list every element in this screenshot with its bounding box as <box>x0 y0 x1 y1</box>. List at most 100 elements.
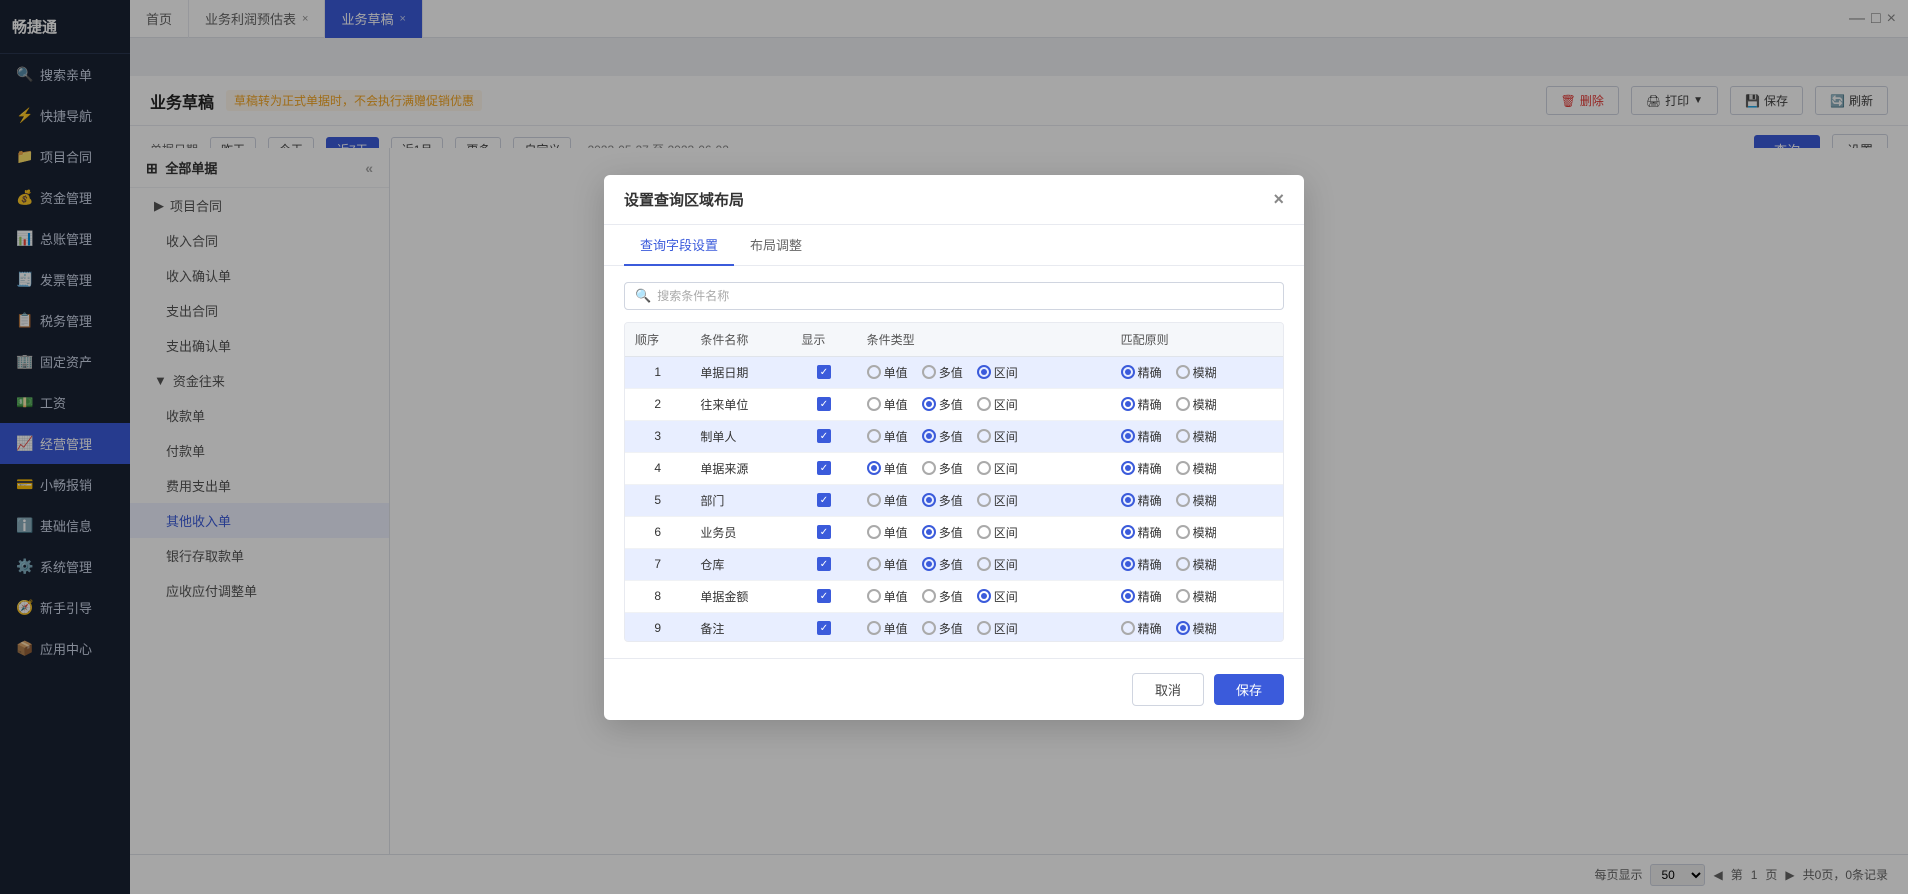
modal-search-input[interactable] <box>657 289 1273 303</box>
radio-type-多值[interactable]: 多值 <box>922 396 963 413</box>
radio-circle <box>1121 429 1135 443</box>
radio-type-多值[interactable]: 多值 <box>922 364 963 381</box>
save-modal-button[interactable]: 保存 <box>1214 674 1284 705</box>
radio-circle <box>977 525 991 539</box>
radio-match-精确[interactable]: 精确 <box>1121 460 1162 477</box>
radio-label: 区间 <box>994 364 1018 381</box>
radio-label: 精确 <box>1138 492 1162 509</box>
radio-type-单值[interactable]: 单值 <box>867 396 908 413</box>
radio-match-精确[interactable]: 精确 <box>1121 620 1162 637</box>
settings-table-container[interactable]: 顺序 条件名称 显示 条件类型 匹配原则 1单据日期✓单值多值区间精确模糊2往来… <box>624 322 1284 642</box>
radio-match-精确[interactable]: 精确 <box>1121 492 1162 509</box>
radio-match-精确[interactable]: 精确 <box>1121 524 1162 541</box>
radio-type-单值[interactable]: 单值 <box>867 588 908 605</box>
radio-label: 区间 <box>994 556 1018 573</box>
radio-match-模糊[interactable]: 模糊 <box>1176 460 1217 477</box>
radio-type-单值[interactable]: 单值 <box>867 428 908 445</box>
radio-type-区间[interactable]: 区间 <box>977 428 1018 445</box>
radio-type-区间[interactable]: 区间 <box>977 588 1018 605</box>
radio-type-单值[interactable]: 单值 <box>867 620 908 637</box>
radio-type-单值[interactable]: 单值 <box>867 364 908 381</box>
radio-circle <box>977 621 991 635</box>
radio-circle <box>977 365 991 379</box>
cell-show[interactable]: ✓ <box>791 612 856 642</box>
cell-show[interactable]: ✓ <box>791 548 856 580</box>
radio-type-区间[interactable]: 区间 <box>977 556 1018 573</box>
radio-type-区间[interactable]: 区间 <box>977 620 1018 637</box>
show-checkbox[interactable]: ✓ <box>817 429 831 443</box>
radio-label: 区间 <box>994 620 1018 637</box>
cell-order: 8 <box>625 580 690 612</box>
show-checkbox[interactable]: ✓ <box>817 365 831 379</box>
radio-match-模糊[interactable]: 模糊 <box>1176 396 1217 413</box>
cell-show[interactable]: ✓ <box>791 388 856 420</box>
radio-match-模糊[interactable]: 模糊 <box>1176 556 1217 573</box>
modal-close-button[interactable]: × <box>1273 189 1284 210</box>
radio-circle <box>1176 589 1190 603</box>
cell-name: 单据金额 <box>690 580 791 612</box>
radio-match-模糊[interactable]: 模糊 <box>1176 620 1217 637</box>
radio-label: 单值 <box>884 492 908 509</box>
radio-circle <box>977 429 991 443</box>
radio-match-精确[interactable]: 精确 <box>1121 428 1162 445</box>
radio-type-多值[interactable]: 多值 <box>922 556 963 573</box>
radio-type-区间[interactable]: 区间 <box>977 492 1018 509</box>
radio-label: 单值 <box>884 524 908 541</box>
radio-match-精确[interactable]: 精确 <box>1121 556 1162 573</box>
cell-match: 精确模糊 <box>1111 548 1283 580</box>
cell-show[interactable]: ✓ <box>791 452 856 484</box>
show-checkbox[interactable]: ✓ <box>817 589 831 603</box>
radio-match-精确[interactable]: 精确 <box>1121 364 1162 381</box>
show-checkbox[interactable]: ✓ <box>817 525 831 539</box>
show-checkbox[interactable]: ✓ <box>817 493 831 507</box>
cell-match: 精确模糊 <box>1111 484 1283 516</box>
radio-type-多值[interactable]: 多值 <box>922 524 963 541</box>
radio-label: 多值 <box>939 524 963 541</box>
radio-type-区间[interactable]: 区间 <box>977 524 1018 541</box>
cancel-button[interactable]: 取消 <box>1132 673 1204 706</box>
show-checkbox[interactable]: ✓ <box>817 557 831 571</box>
modal-overlay[interactable]: 设置查询区域布局 × 查询字段设置 布局调整 🔍 顺序 条件 <box>0 0 1908 894</box>
radio-label: 单值 <box>884 588 908 605</box>
radio-type-多值[interactable]: 多值 <box>922 588 963 605</box>
radio-circle <box>1121 525 1135 539</box>
show-checkbox[interactable]: ✓ <box>817 397 831 411</box>
radio-match-模糊[interactable]: 模糊 <box>1176 364 1217 381</box>
radio-type-多值[interactable]: 多值 <box>922 428 963 445</box>
radio-match-模糊[interactable]: 模糊 <box>1176 428 1217 445</box>
radio-label: 多值 <box>939 364 963 381</box>
radio-type-多值[interactable]: 多值 <box>922 460 963 477</box>
radio-type-单值[interactable]: 单值 <box>867 492 908 509</box>
radio-type-多值[interactable]: 多值 <box>922 620 963 637</box>
radio-type-区间[interactable]: 区间 <box>977 460 1018 477</box>
radio-type-单值[interactable]: 单值 <box>867 460 908 477</box>
radio-match-模糊[interactable]: 模糊 <box>1176 524 1217 541</box>
radio-type-区间[interactable]: 区间 <box>977 396 1018 413</box>
cell-show[interactable]: ✓ <box>791 516 856 548</box>
radio-match-模糊[interactable]: 模糊 <box>1176 492 1217 509</box>
radio-type-单值[interactable]: 单值 <box>867 524 908 541</box>
radio-type-区间[interactable]: 区间 <box>977 364 1018 381</box>
cell-show[interactable]: ✓ <box>791 484 856 516</box>
radio-type-单值[interactable]: 单值 <box>867 556 908 573</box>
radio-label: 精确 <box>1138 620 1162 637</box>
cell-order: 4 <box>625 452 690 484</box>
radio-match-模糊[interactable]: 模糊 <box>1176 588 1217 605</box>
radio-label: 模糊 <box>1193 364 1217 381</box>
radio-type-多值[interactable]: 多值 <box>922 492 963 509</box>
cell-show[interactable]: ✓ <box>791 420 856 452</box>
radio-match-精确[interactable]: 精确 <box>1121 588 1162 605</box>
cell-show[interactable]: ✓ <box>791 580 856 612</box>
modal-tab-layout[interactable]: 布局调整 <box>734 225 818 266</box>
cell-show[interactable]: ✓ <box>791 356 856 388</box>
radio-circle <box>867 493 881 507</box>
cell-order: 7 <box>625 548 690 580</box>
radio-match-精确[interactable]: 精确 <box>1121 396 1162 413</box>
show-checkbox[interactable]: ✓ <box>817 621 831 635</box>
show-checkbox[interactable]: ✓ <box>817 461 831 475</box>
radio-label: 模糊 <box>1193 428 1217 445</box>
modal-tab-fields[interactable]: 查询字段设置 <box>624 225 734 266</box>
radio-label: 精确 <box>1138 364 1162 381</box>
cell-type: 单值多值区间 <box>857 484 1111 516</box>
cell-type: 单值 多值区间 <box>857 516 1111 548</box>
